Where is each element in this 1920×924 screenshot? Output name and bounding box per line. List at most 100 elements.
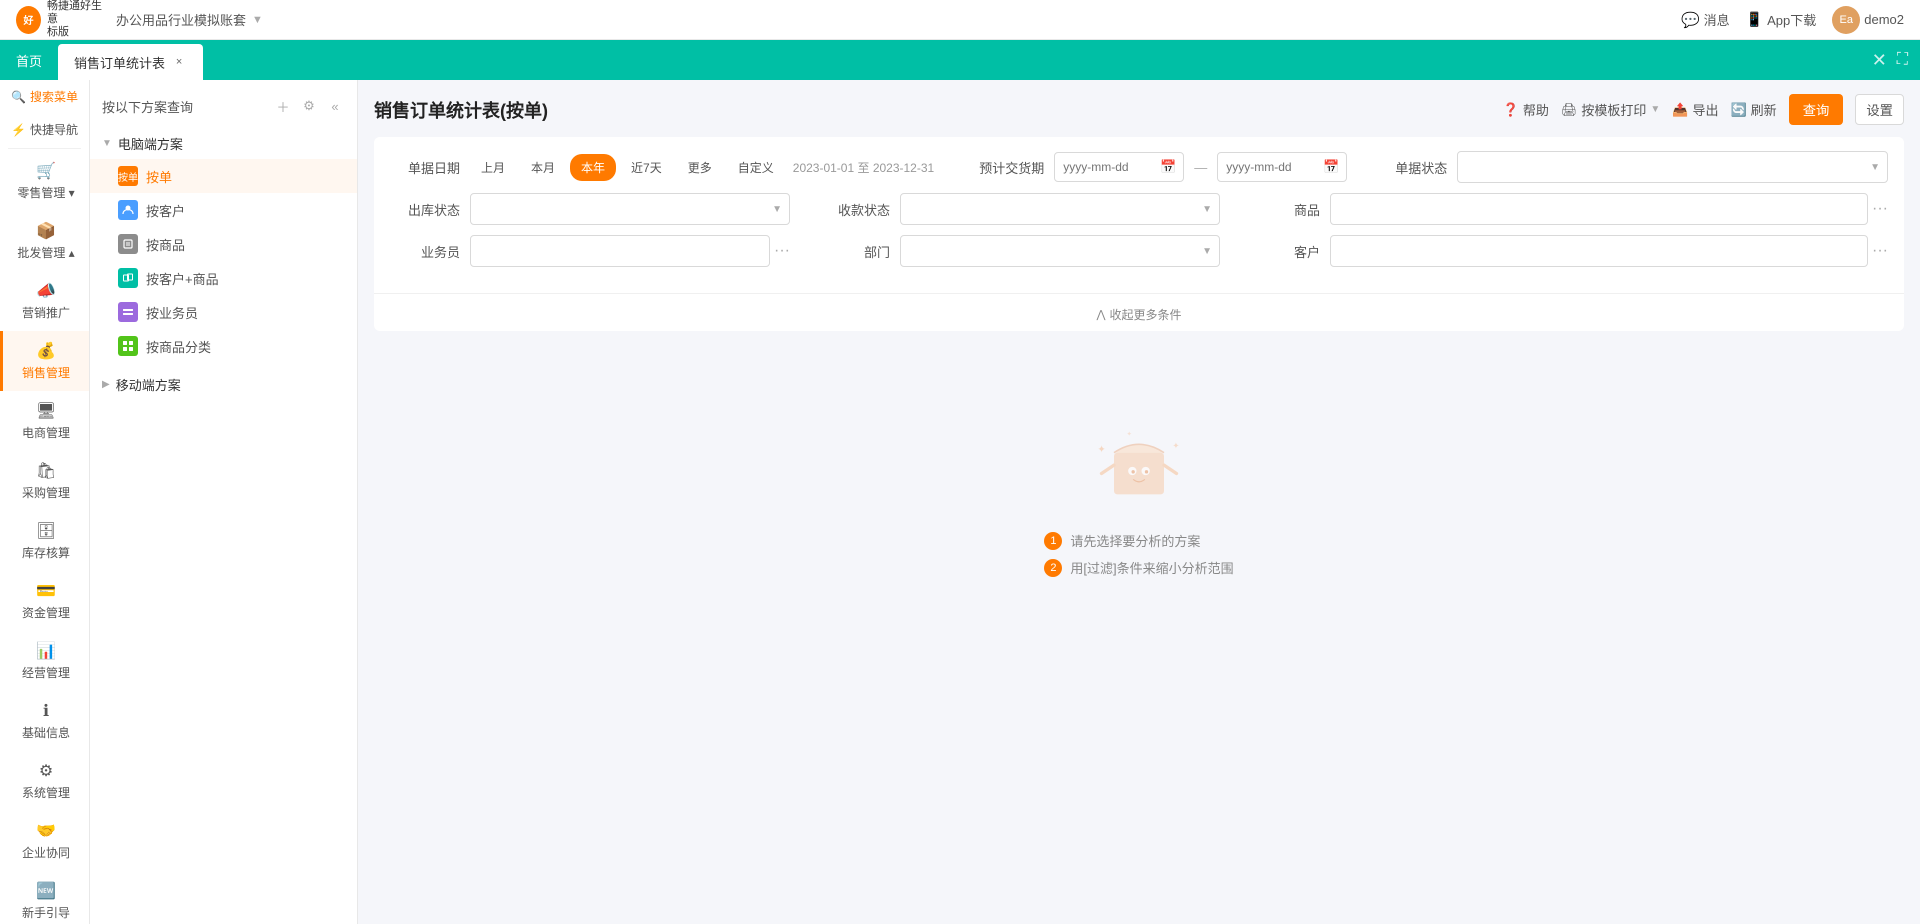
date-separator: — [1194,160,1207,175]
scheme-by-salesperson[interactable]: 按业务员 [90,295,357,329]
pc-group-header[interactable]: ▼ 电脑端方案 [90,128,357,159]
scheme-by-order[interactable]: 按单 按单 [90,159,357,193]
scheme-by-product-category[interactable]: 按商品分类 [90,329,357,363]
sidebar-item-inventory[interactable]: 🗄 库存核算 [0,511,89,571]
enterprise-icon: 🤝 [36,821,56,841]
content-inner: 按以下方案查询 ＋ ⚙ « ▼ 电脑端方案 按单 按单 [90,80,1920,924]
pc-group-label: 电脑端方案 [118,134,183,153]
sidebar-item-retail[interactable]: 🛒 零售管理 ▾ [0,151,89,211]
add-scheme-btn[interactable]: ＋ [273,96,293,116]
app-download-btn[interactable]: 📱 App下载 [1746,10,1817,29]
ecommerce-icon: 🖥 [36,401,56,421]
delivery-date-from-wrapper: 📅 [1054,152,1184,182]
tab-home[interactable]: 首页 [0,40,58,80]
sidebar-item-label: 基础信息 [22,724,70,741]
empty-tip-2: 2 用[过滤]条件来缩小分析范围 [1044,558,1233,577]
settings-btn[interactable]: 设置 [1855,94,1904,125]
close-window-btn[interactable]: ✕ [1872,50,1887,71]
customer-more-btn[interactable]: ··· [1872,242,1888,260]
dept-select[interactable] [900,235,1220,267]
salesperson-input[interactable] [470,235,770,267]
company-name: 办公用品行业模拟账套 [116,10,246,29]
scheme-by-customer-product[interactable]: 按客户+商品 [90,261,357,295]
date-tag-custom[interactable]: 自定义 [727,154,785,181]
date-tag-this-year[interactable]: 本年 [570,154,616,181]
product-more-btn[interactable]: ··· [1872,200,1888,218]
sales-icon: 💰 [36,341,56,361]
sidebar-search[interactable]: 🔍 搜索菜单 [0,80,89,113]
maximize-btn[interactable]: ⛶ [1897,51,1908,69]
user-menu[interactable]: Ea demo2 [1832,6,1904,34]
scheme-by-customer[interactable]: 按客户 [90,193,357,227]
sidebar-item-label: 销售管理 [22,364,70,381]
sidebar-item-enterprise[interactable]: 🤝 企业协同 [0,811,89,871]
nav-right-actions: ✕ ⛶ [1872,40,1920,80]
mobile-group-header[interactable]: ▶ 移动端方案 [90,369,357,400]
sidebar-item-label: 系统管理 [22,784,70,801]
help-btn[interactable]: ❓ 帮助 [1503,100,1549,119]
collapse-panel-btn[interactable]: « [325,96,345,116]
delivery-date-to-input[interactable] [1217,152,1347,182]
tip-text-1: 请先选择要分析的方案 [1070,531,1200,550]
mobile-group-label: 移动端方案 [116,375,181,394]
sidebar-item-system[interactable]: ⚙ 系统管理 [0,751,89,811]
scheme-label: 按客户+商品 [146,269,219,288]
avatar: Ea [1832,6,1860,34]
tip-num-2: 2 [1044,559,1062,577]
user-name: demo2 [1864,12,1904,27]
salesperson-more-btn[interactable]: ··· [774,242,790,260]
print-btn[interactable]: 🖨 按模板打印 ▼ [1561,100,1660,119]
guide-icon: 🆕 [36,881,56,901]
marketing-icon: 📣 [36,281,56,301]
logo-text: 畅捷通好生意 标版 [47,0,106,39]
settings-scheme-btn[interactable]: ⚙ [299,96,319,116]
scheme-by-product[interactable]: 按商品 [90,227,357,261]
content-area: 按以下方案查询 ＋ ⚙ « ▼ 电脑端方案 按单 按单 [90,80,1920,924]
ship-status-select[interactable] [470,193,790,225]
sidebar-item-guide[interactable]: 🆕 新手引导 [0,871,89,924]
scheme-icon-category [118,336,138,356]
help-icon: ❓ [1503,102,1519,118]
sidebar: 🔍 搜索菜单 ⚡ 快捷导航 🛒 零售管理 ▾ 📦 批发管理 ▴ 📣 营销推广 💰… [0,80,90,924]
sidebar-item-marketing[interactable]: 📣 营销推广 [0,271,89,331]
empty-illustration: ✦ ✦ ✦ [1079,411,1199,511]
refresh-btn[interactable]: 🔄 刷新 [1730,100,1776,119]
tab-close-btn[interactable]: × [171,54,187,70]
empty-tip-1: 1 请先选择要分析的方案 [1044,531,1233,550]
tab-sales-order[interactable]: 销售订单统计表 × [58,44,203,80]
left-analysis-panel: 按以下方案查询 ＋ ⚙ « ▼ 电脑端方案 按单 按单 [90,80,358,924]
dropdown-arrow-icon[interactable]: ▼ [252,14,263,26]
sidebar-item-basic[interactable]: ℹ 基础信息 [0,691,89,751]
nav-icon: ⚡ [11,123,26,137]
scheme-icon-order: 按单 [118,166,138,186]
sidebar-item-label: 企业协同 [22,844,70,861]
sidebar-item-sales[interactable]: 💰 销售管理 [0,331,89,391]
date-tag-7days[interactable]: 近7天 [620,154,673,181]
date-range-text: 2023-01-01 至 2023-12-31 [793,159,934,176]
messages-btn[interactable]: 💬 消息 [1681,10,1730,29]
top-bar-right: 💬 消息 📱 App下载 Ea demo2 [1681,6,1904,34]
sidebar-item-finance[interactable]: 💳 资金管理 [0,571,89,631]
dept-select-wrapper: ▼ [900,235,1220,267]
date-tag-last-month[interactable]: 上月 [470,154,516,181]
sidebar-item-label: 采购管理 [22,484,70,501]
sidebar-item-wholesale[interactable]: 📦 批发管理 ▴ [0,211,89,271]
export-btn[interactable]: 📤 导出 [1672,100,1718,119]
collapse-filter-btn[interactable]: ⋀ 收起更多条件 [374,298,1904,331]
sidebar-item-operations[interactable]: 📊 经营管理 [0,631,89,691]
date-tag-more[interactable]: 更多 [677,154,723,181]
page-header: 销售订单统计表(按单) ❓ 帮助 🖨 按模板打印 ▼ 📤 [374,94,1904,125]
customer-input[interactable] [1330,235,1868,267]
group-collapse-icon: ▶ [102,379,110,390]
payment-status-select[interactable] [900,193,1220,225]
sidebar-item-purchase[interactable]: 🛍 采购管理 [0,451,89,511]
delivery-date-from-input[interactable] [1054,152,1184,182]
sidebar-quick-nav[interactable]: ⚡ 快捷导航 [0,113,89,146]
status-select[interactable] [1457,151,1888,183]
app-download-label: App下载 [1767,10,1816,29]
product-input[interactable] [1330,193,1868,225]
query-btn[interactable]: 查询 [1789,94,1844,125]
sidebar-item-ecommerce[interactable]: 🖥 电商管理 [0,391,89,451]
group-expand-icon: ▼ [102,138,112,149]
date-tag-this-month[interactable]: 本月 [520,154,566,181]
